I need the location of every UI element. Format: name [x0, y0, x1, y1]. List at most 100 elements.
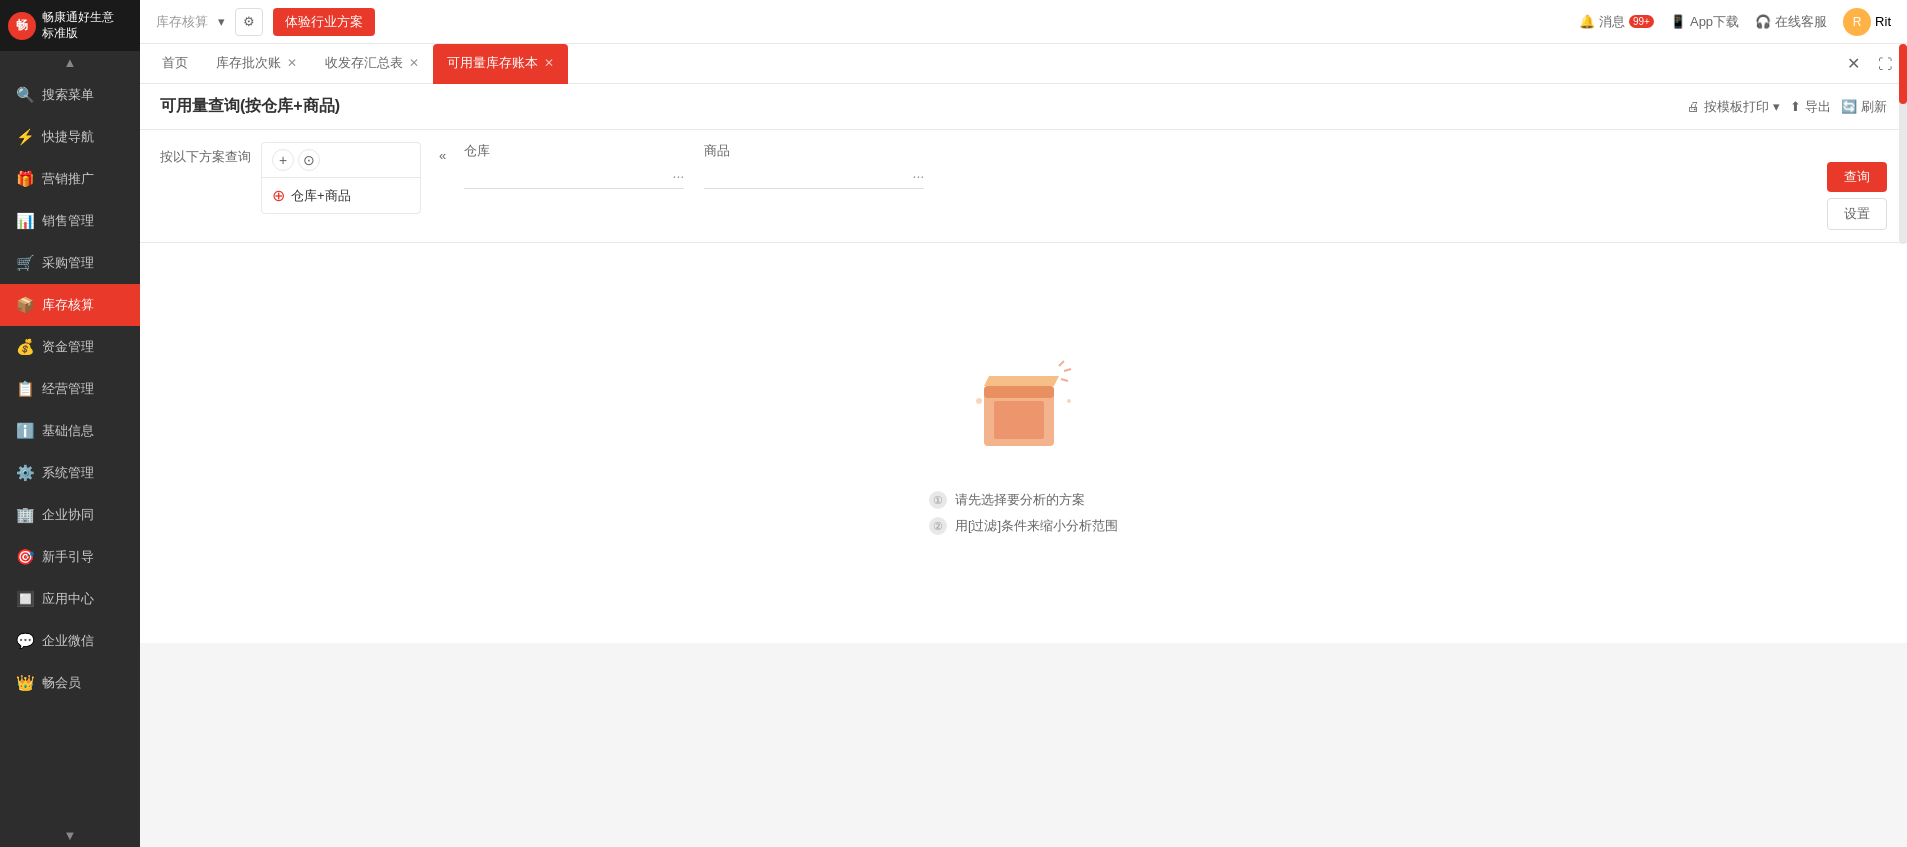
- empty-illustration: [964, 351, 1084, 471]
- sidebar-item-enterprise[interactable]: 🏢 企业协同: [0, 494, 140, 536]
- sidebar-item-basic[interactable]: ℹ️ 基础信息: [0, 410, 140, 452]
- message-badge: 99+: [1629, 15, 1654, 28]
- sidebar-item-marketing[interactable]: 🎁 营销推广: [0, 158, 140, 200]
- warehouse-more-button[interactable]: ···: [673, 168, 685, 184]
- hint-text-2: 用[过滤]条件来缩小分析范围: [955, 517, 1118, 535]
- scheme-item-warehouse-goods[interactable]: ⊕ 仓库+商品: [262, 178, 420, 213]
- sidebar-logo: 畅: [8, 12, 36, 40]
- scheme-settings-button[interactable]: ⊙: [298, 149, 320, 171]
- info-icon: ℹ️: [16, 422, 34, 440]
- clipboard-icon: 📋: [16, 380, 34, 398]
- sidebar-item-label: 快捷导航: [42, 128, 94, 146]
- collapse-button[interactable]: «: [431, 142, 454, 169]
- warehouse-field-label: 仓库: [464, 142, 684, 160]
- goods-input[interactable]: [704, 169, 908, 184]
- tab-home[interactable]: 首页: [148, 44, 202, 84]
- sidebar-item-label: 销售管理: [42, 212, 94, 230]
- svg-point-8: [1067, 399, 1071, 403]
- tab-batch-ledger[interactable]: 库存批次账 ✕: [202, 44, 311, 84]
- field-settings-button[interactable]: 设置: [1827, 198, 1887, 230]
- scheme-add-button[interactable]: +: [272, 149, 294, 171]
- sidebar-brand: 畅康通好生意 标准版: [42, 10, 114, 41]
- right-scrollbar[interactable]: [1899, 44, 1907, 244]
- sidebar-subtitle: 标准版: [42, 26, 114, 42]
- topbar-right: 🔔 消息 99+ 📱 App下载 🎧 在线客服 R Rit: [1579, 8, 1891, 36]
- sidebar-item-appstore[interactable]: 🔲 应用中心: [0, 578, 140, 620]
- sidebar-item-vip[interactable]: 👑 畅会员: [0, 662, 140, 704]
- empty-state: ① 请先选择要分析的方案 ② 用[过滤]条件来缩小分析范围: [140, 243, 1907, 643]
- headset-icon: 🎧: [1755, 14, 1771, 29]
- tab-close-icon[interactable]: ✕: [287, 56, 297, 70]
- sidebar-scroll-down[interactable]: ▼: [0, 824, 140, 847]
- query-btn-area: 查询 设置: [1827, 142, 1887, 230]
- printer-icon: 🖨: [1687, 99, 1700, 114]
- username-label: Rit: [1875, 14, 1891, 29]
- empty-hint: ① 请先选择要分析的方案 ② 用[过滤]条件来缩小分析范围: [929, 491, 1118, 535]
- sidebar-item-system[interactable]: ⚙️ 系统管理: [0, 452, 140, 494]
- filter-scheme-panel: + ⊙ ⊕ 仓库+商品: [261, 142, 421, 214]
- tab-expand-button[interactable]: ⛶: [1871, 50, 1899, 78]
- chevron-down-icon: ▾: [218, 14, 225, 29]
- print-dropdown-icon: ▾: [1773, 99, 1780, 114]
- export-icon: ⬆: [1790, 99, 1801, 114]
- sidebar-item-operation[interactable]: 📋 经营管理: [0, 368, 140, 410]
- sidebar-item-finance[interactable]: 💰 资金管理: [0, 326, 140, 368]
- sidebar-item-label: 畅会员: [42, 674, 81, 692]
- export-button[interactable]: ⬆ 导出: [1790, 98, 1831, 116]
- query-button[interactable]: 查询: [1827, 162, 1887, 192]
- tab-available-ledger[interactable]: 可用量库存账本 ✕: [433, 44, 568, 84]
- scheme-item-label: 仓库+商品: [291, 187, 351, 205]
- tab-close-icon[interactable]: ✕: [544, 56, 554, 70]
- app-label: App下载: [1690, 13, 1739, 31]
- sidebar-item-search[interactable]: 🔍 搜索菜单: [0, 74, 140, 116]
- app-download-button[interactable]: 📱 App下载: [1670, 13, 1739, 31]
- apps-icon: 🔲: [16, 590, 34, 608]
- online-service-button[interactable]: 🎧 在线客服: [1755, 13, 1827, 31]
- empty-hint-item-1: ① 请先选择要分析的方案: [929, 491, 1118, 509]
- sidebar-item-newbie[interactable]: 🎯 新手引导: [0, 536, 140, 578]
- sidebar-item-wechat[interactable]: 💬 企业微信: [0, 620, 140, 662]
- svg-line-4: [1059, 361, 1064, 366]
- gear-icon: ⚙️: [16, 464, 34, 482]
- chart-icon: 📊: [16, 212, 34, 230]
- industry-solution-button[interactable]: 体验行业方案: [273, 8, 375, 36]
- building-icon: 🏢: [16, 506, 34, 524]
- goods-field-input: ···: [704, 164, 924, 189]
- sidebar-item-shortcut[interactable]: ⚡ 快捷导航: [0, 116, 140, 158]
- tab-label: 可用量库存账本: [447, 54, 538, 72]
- sidebar-item-inventory[interactable]: 📦 库存核算: [0, 284, 140, 326]
- filter-scheme-header: + ⊙: [262, 143, 420, 178]
- hint-text-1: 请先选择要分析的方案: [955, 491, 1085, 509]
- refresh-label: 刷新: [1861, 98, 1887, 116]
- message-button[interactable]: 🔔 消息 99+: [1579, 13, 1654, 31]
- hint-number-1: ①: [929, 491, 947, 509]
- sidebar-nav: 🔍 搜索菜单 ⚡ 快捷导航 🎁 营销推广 📊 销售管理 🛒 采购管理 📦 库存核…: [0, 74, 140, 824]
- user-menu-button[interactable]: R Rit: [1843, 8, 1891, 36]
- svg-marker-2: [984, 376, 1059, 386]
- money-icon: 💰: [16, 338, 34, 356]
- svg-rect-3: [994, 401, 1044, 439]
- breadcrumb-dropdown[interactable]: ▾: [218, 14, 225, 29]
- warehouse-input[interactable]: [464, 169, 668, 184]
- tab-home-label: 首页: [162, 54, 188, 72]
- tab-label: 收发存汇总表: [325, 54, 403, 72]
- tab-label: 库存批次账: [216, 54, 281, 72]
- svg-line-6: [1061, 379, 1068, 381]
- flash-icon: ⚡: [16, 128, 34, 146]
- tab-close-icon[interactable]: ✕: [409, 56, 419, 70]
- cart-icon: 🛒: [16, 254, 34, 272]
- sidebar-item-label: 新手引导: [42, 548, 94, 566]
- sidebar-scroll-up[interactable]: ▲: [0, 51, 140, 74]
- svg-line-5: [1064, 369, 1071, 371]
- message-label: 消息: [1599, 13, 1625, 31]
- tab-receipt-summary[interactable]: 收发存汇总表 ✕: [311, 44, 433, 84]
- sidebar-item-purchase[interactable]: 🛒 采购管理: [0, 242, 140, 284]
- refresh-button[interactable]: 🔄 刷新: [1841, 98, 1887, 116]
- sidebar-item-label: 经营管理: [42, 380, 94, 398]
- sidebar-item-sales[interactable]: 📊 销售管理: [0, 200, 140, 242]
- goods-field-label: 商品: [704, 142, 924, 160]
- settings-gear-button[interactable]: ⚙: [235, 8, 263, 36]
- goods-more-button[interactable]: ···: [913, 168, 925, 184]
- tab-close-all-button[interactable]: ✕: [1839, 50, 1867, 78]
- print-template-button[interactable]: 🖨 按模板打印 ▾: [1687, 98, 1780, 116]
